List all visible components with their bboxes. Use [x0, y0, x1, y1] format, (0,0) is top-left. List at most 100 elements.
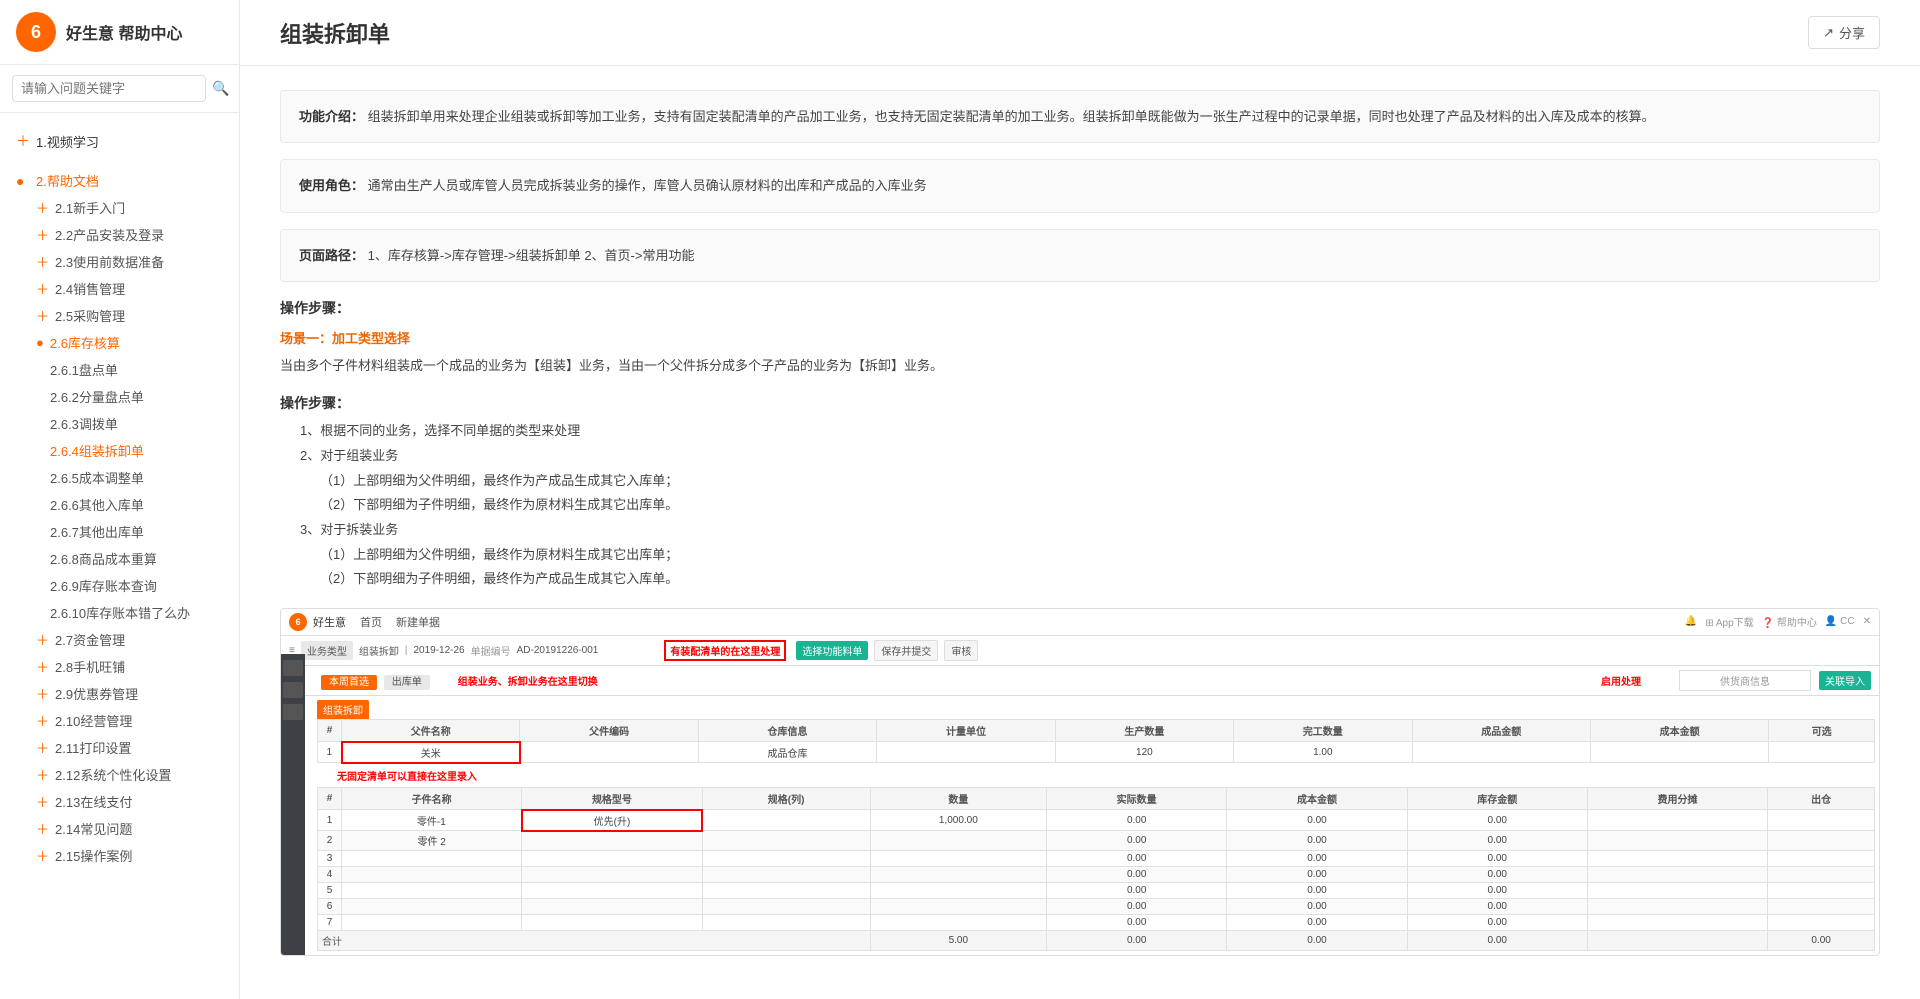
side-icon-1[interactable]: [283, 660, 303, 676]
row-no: 1: [318, 742, 342, 763]
brow-no: 1: [318, 810, 342, 831]
sidebar-item-docs[interactable]: ● 2.帮助文档: [16, 167, 223, 194]
function-intro-text: 组装拆卸单用来处理企业组装或拆卸等加工业务，支持有固定装配清单的产品加工业务，也…: [368, 109, 1655, 124]
nav-grandchild-inventory: 2.6.1盘点单 2.6.2分量盘点单 2.6.3调拨单 2.6.4组装拆卸单 …: [36, 356, 223, 626]
app-nav-new: 新建单据: [396, 614, 440, 630]
bcol-actual-qty: 实际数量: [1047, 787, 1227, 810]
sidebar-item-print[interactable]: ＋ 2.11打印设置: [36, 734, 223, 761]
plus-icon-beginner: ＋: [36, 198, 49, 217]
bcol-alloc: 费用分摊: [1587, 787, 1767, 810]
row-warehouse: 成品仓库: [698, 742, 876, 763]
col-options: 可选: [1769, 719, 1875, 742]
annotation-3: 组装业务、拆卸业务在这里切换: [458, 673, 598, 688]
sidebar-item-faq[interactable]: ＋ 2.14常见问题: [36, 815, 223, 842]
minus-icon-inventory: ●: [36, 335, 44, 350]
plus-icon-operations: ＋: [36, 711, 49, 730]
app-tab-section: 本周首选 出库单: [321, 673, 430, 688]
app-icon-bell: 🔔: [1685, 616, 1697, 627]
app-date-label: |: [405, 645, 408, 656]
step2-1: （1）上部明细为父件明细，最终作为产成品生成其它入库单；: [280, 469, 1880, 494]
role-block: 使用角色： 通常由生产人员或库管人员完成拆装业务的操作，库管人员确认原材料的出库…: [280, 159, 1880, 212]
table-row: 30.000.000.00: [318, 851, 1875, 867]
search-icon[interactable]: 🔍: [212, 80, 229, 97]
footer-stock: 0.00: [1407, 931, 1587, 951]
search-input[interactable]: [12, 75, 206, 102]
sidebar-item-sales[interactable]: ＋ 2.4销售管理: [36, 275, 223, 302]
brow-stock-amt: 0.00: [1407, 810, 1587, 831]
brow-cost-amt: 0.00: [1227, 831, 1407, 851]
sidebar-item-stock-error[interactable]: 2.6.10库存账本错了么办: [50, 599, 223, 626]
row-done-qty: 1.00: [1234, 742, 1412, 763]
app-btn-save-top[interactable]: 保存并提交: [874, 640, 938, 661]
app-tab-2[interactable]: 出库单: [384, 675, 430, 690]
plus-icon-print: ＋: [36, 738, 49, 757]
side-icon-3[interactable]: [283, 704, 303, 720]
sidebar-item-docs-label: 2.帮助文档: [36, 171, 99, 190]
footer-actual: 0.00: [1047, 931, 1227, 951]
brow-spec2: [702, 810, 870, 831]
brow-out: [1768, 810, 1875, 831]
plus-icon-finance: ＋: [36, 630, 49, 649]
brow-spec2: [702, 831, 870, 851]
sidebar-item-cost-adjust[interactable]: 2.6.5成本调整单: [50, 464, 223, 491]
page-title: 组装拆卸单: [280, 17, 390, 49]
sidebar-item-install[interactable]: ＋ 2.2产品安装及登录: [36, 221, 223, 248]
footer-out: 0.00: [1768, 931, 1875, 951]
sidebar-item-data-prep[interactable]: ＋ 2.3使用前数据准备: [36, 248, 223, 275]
plus-icon-data-prep: ＋: [36, 252, 49, 271]
sidebar-item-operations[interactable]: ＋ 2.10经营管理: [36, 707, 223, 734]
app-doc-label: 业务类型: [301, 641, 353, 660]
sidebar-item-videos-label: 1.视频学习: [36, 132, 99, 151]
sidebar-item-mobile[interactable]: ＋ 2.8手机旺铺: [36, 653, 223, 680]
share-button[interactable]: ↗ 分享: [1808, 16, 1880, 49]
table-row: 40.000.000.00: [318, 867, 1875, 883]
brow-child-name: 零件-1: [342, 810, 522, 831]
sidebar-item-coupons[interactable]: ＋ 2.9优惠券管理: [36, 680, 223, 707]
sidebar-item-online-pay[interactable]: ＋ 2.13在线支付: [36, 788, 223, 815]
sidebar-item-other-out[interactable]: 2.6.7其他出库单: [50, 518, 223, 545]
bcol-spec: 规格型号: [522, 787, 702, 810]
app-btn-select[interactable]: 选择功能料单: [796, 641, 868, 660]
step3-2: （2）下部明细为子件明细，最终作为产成品生成其它入库单。: [280, 567, 1880, 592]
col-prod-qty: 生产数量: [1055, 719, 1233, 742]
search-box: 🔍: [0, 65, 239, 113]
app-nav-home: 首页: [360, 614, 382, 630]
sidebar-item-inventory[interactable]: ● 2.6库存核算: [36, 329, 223, 356]
sidebar-item-adjustment[interactable]: 2.6.3调拨单: [50, 410, 223, 437]
col-warehouse: 仓库信息: [698, 719, 876, 742]
app-btn-import[interactable]: 关联导入: [1819, 671, 1871, 690]
col-cost-amt: 成本金额: [1590, 719, 1768, 742]
app-doc-type: 组装拆卸: [359, 643, 399, 658]
app-toolbar: ≡ 业务类型 组装拆卸 | 2019-12-26 单据编号 AD-2019122…: [281, 636, 1879, 666]
sidebar-item-assembly[interactable]: 2.6.4组装拆卸单: [50, 437, 223, 464]
sidebar-item-beginner[interactable]: ＋ 2.1新手入门: [36, 194, 223, 221]
sidebar-item-partial-check[interactable]: 2.6.2分量盘点单: [50, 383, 223, 410]
brow-actual-qty: 0.00: [1047, 810, 1227, 831]
sidebar-item-personalize[interactable]: ＋ 2.12系统个性化设置: [36, 761, 223, 788]
sidebar-item-purchase[interactable]: ＋ 2.5采购管理: [36, 302, 223, 329]
col-done-qty: 完工数量: [1234, 719, 1412, 742]
app-tab-1[interactable]: 本周首选: [321, 675, 377, 690]
sidebar-item-cost-recalc[interactable]: 2.6.8商品成本重算: [50, 545, 223, 572]
app-top-table: # 父件名称 父件编码 仓库信息 计量单位 生产数量 完工数量 成品金额 成本金…: [317, 719, 1875, 764]
app-btn-approve-top[interactable]: 审核: [944, 640, 978, 661]
table-row: 2 零件 2 0.00 0.00 0.00: [318, 831, 1875, 851]
brow-actual-qty: 0.00: [1047, 831, 1227, 851]
sidebar-item-other-in[interactable]: 2.6.6其他入库单: [50, 491, 223, 518]
sidebar-item-inventory-check[interactable]: 2.6.1盘点单: [50, 356, 223, 383]
row-parent-name: 关米: [342, 742, 520, 763]
sidebar-item-stock-query[interactable]: 2.6.9库存账本查询: [50, 572, 223, 599]
steps-heading: 操作步骤：: [280, 298, 1880, 318]
app-toolbar-2: 本周首选 出库单 组装业务、拆卸业务在这里切换 启用处理 供货商信息 关联导入: [281, 666, 1879, 696]
sidebar-item-finance[interactable]: ＋ 2.7资金管理: [36, 626, 223, 653]
row-options: [1769, 742, 1875, 763]
brow-out: [1768, 831, 1875, 851]
side-icon-2[interactable]: [283, 682, 303, 698]
sidebar-item-videos[interactable]: ＋ 1.视频学习: [16, 127, 223, 155]
table-row: 50.000.000.00: [318, 883, 1875, 899]
col-product-amt: 成品金额: [1412, 719, 1590, 742]
app-icon-user: 👤 CC: [1825, 616, 1855, 627]
sidebar-item-cases[interactable]: ＋ 2.15操作案例: [36, 842, 223, 869]
app-sim-wrapper: 6 好生意 首页 新建单据 🔔 ⊞ App下载 ❓ 帮助中心 👤 CC ✕: [281, 609, 1879, 956]
bcol-cost-amt: 成本金额: [1227, 787, 1407, 810]
